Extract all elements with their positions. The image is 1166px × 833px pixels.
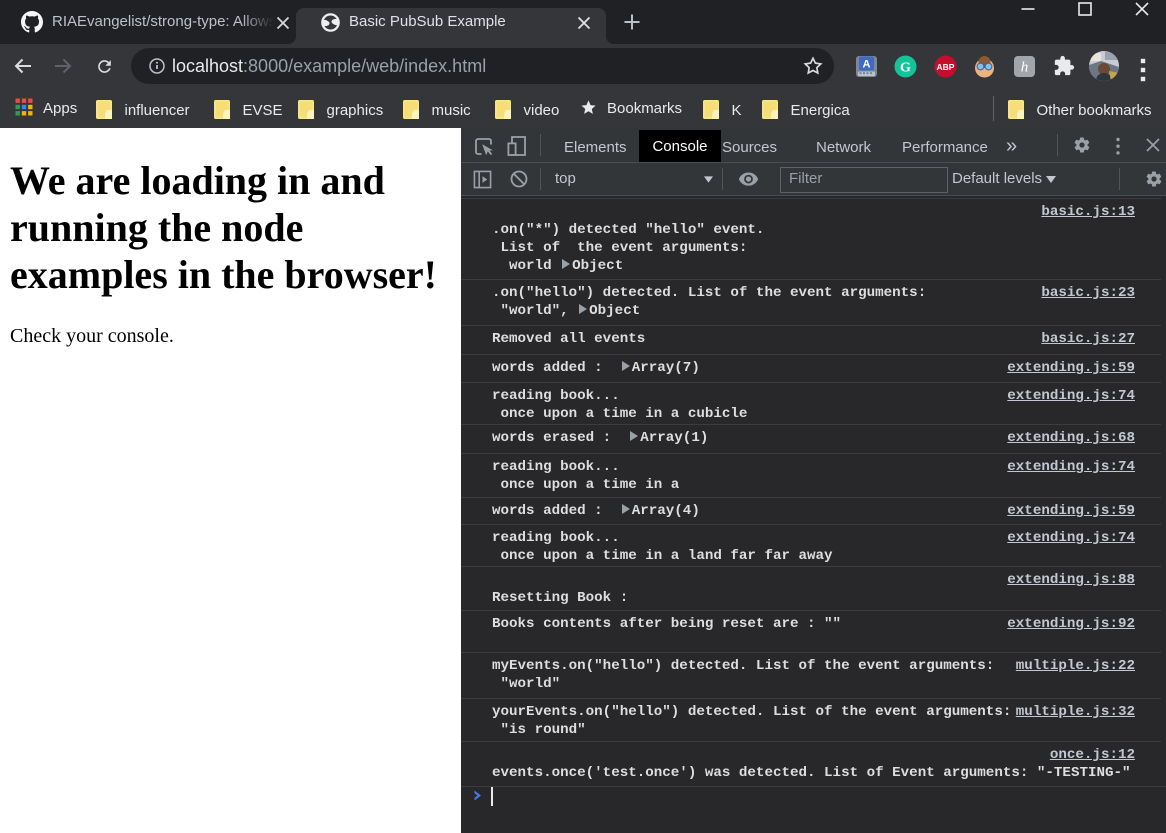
svg-text:h: h (1021, 60, 1029, 76)
svg-text:G: G (900, 61, 911, 76)
svg-text:ABP: ABP (937, 62, 955, 72)
svg-text:A: A (863, 59, 871, 71)
